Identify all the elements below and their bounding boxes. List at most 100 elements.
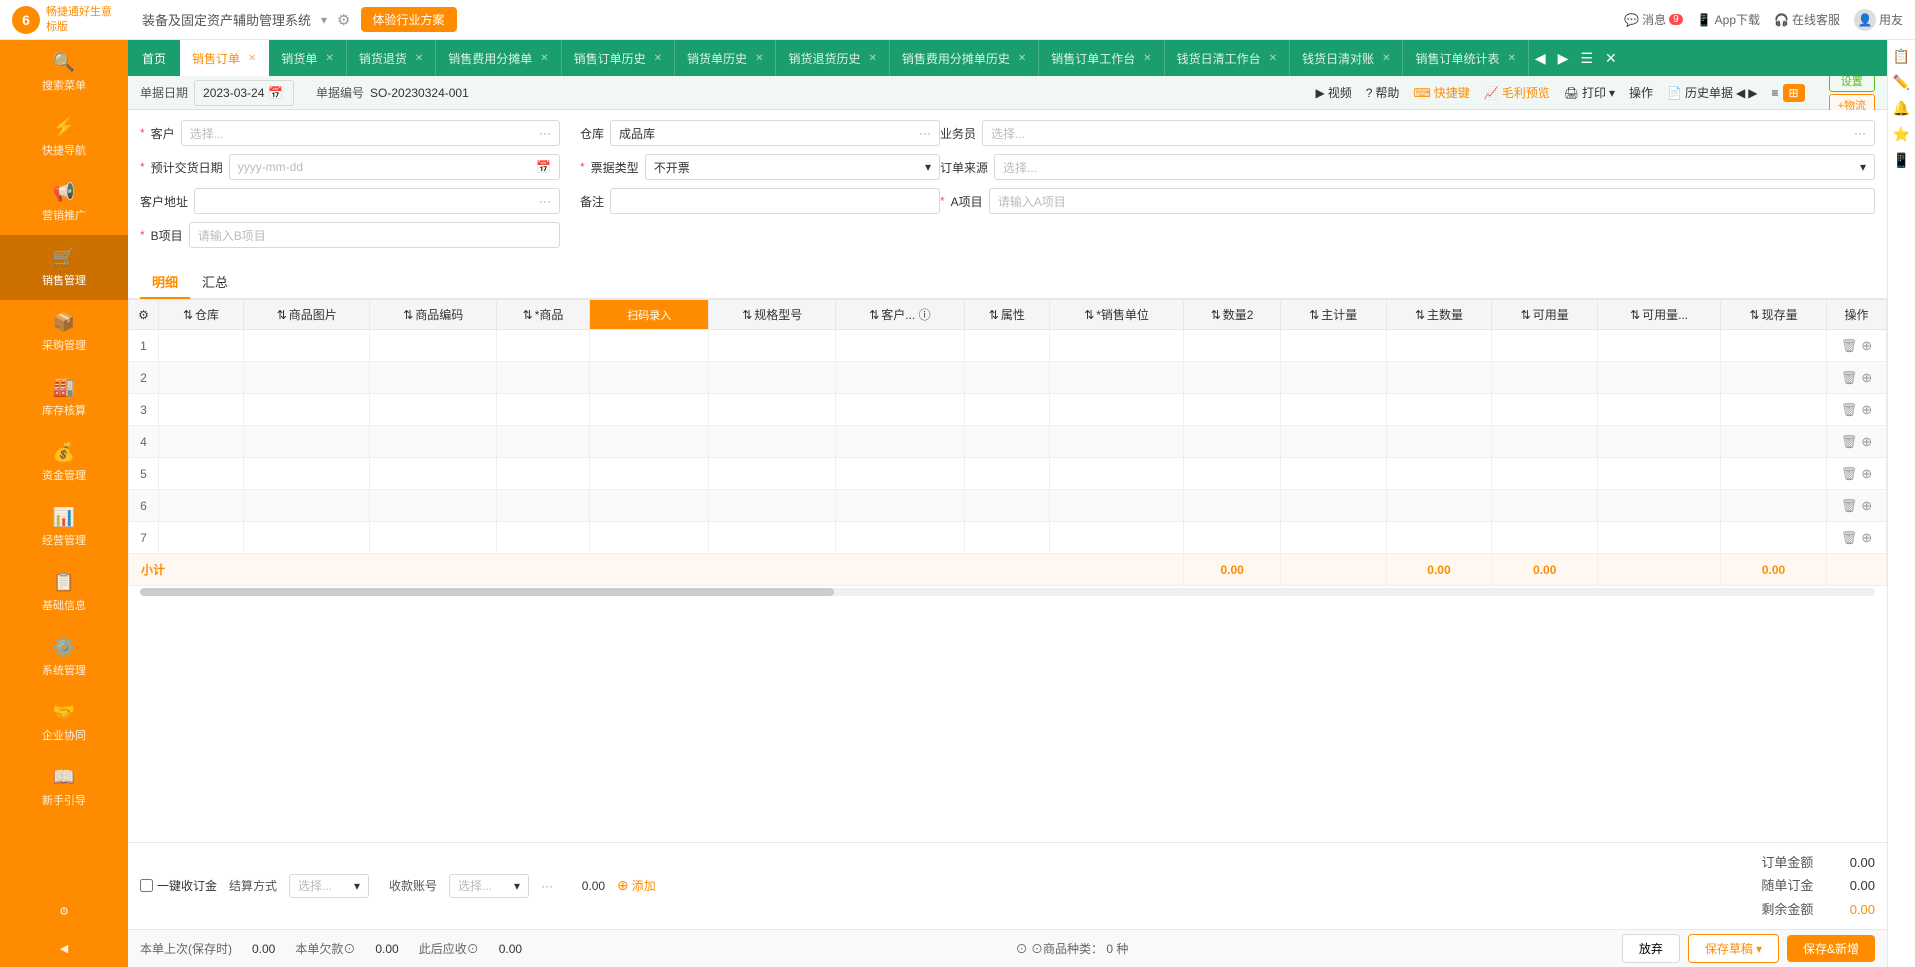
tab-prev-btn[interactable]: ◀ (1529, 50, 1552, 67)
cell-qty2-2[interactable] (1184, 362, 1281, 394)
cell-product-5[interactable] (497, 458, 590, 490)
warehouse-input[interactable]: 成品库 ··· (610, 120, 940, 146)
cell-main-unit-7[interactable] (1280, 522, 1386, 554)
sidebar-item-basic[interactable]: 📋 基础信息 (0, 560, 128, 625)
cell-available2-3[interactable] (1598, 394, 1721, 426)
tab-order-stats[interactable]: 销售订单统计表 ✕ (1403, 40, 1528, 76)
sidebar-item-guide[interactable]: 📖 新手引导 (0, 755, 128, 820)
add-payment-btn[interactable]: ⊕ 添加 (617, 877, 656, 894)
cell-main-unit-6[interactable] (1280, 490, 1386, 522)
tab-sales-order[interactable]: 销售订单 ✕ (180, 40, 269, 76)
tab-close-all-btn[interactable]: ✕ (1599, 50, 1623, 67)
cell-qty2-1[interactable] (1184, 330, 1281, 362)
sidebar-item-finance[interactable]: 💰 资金管理 (0, 430, 128, 495)
cell-product-7[interactable] (497, 522, 590, 554)
cell-warehouse-4[interactable] (159, 426, 244, 458)
sidebar-collapse-btn[interactable]: ◀ (0, 930, 128, 967)
cell-main-qty-2[interactable] (1386, 362, 1492, 394)
right-panel-icon-5[interactable]: 📱 (1890, 148, 1914, 172)
tab-close-sales-invoice[interactable]: ✕ (325, 53, 333, 64)
right-panel-icon-1[interactable]: 📋 (1890, 44, 1914, 68)
tab-close-cashflow-workbench[interactable]: ✕ (1269, 53, 1277, 64)
print-dropdown-icon[interactable]: ▾ (1609, 86, 1615, 100)
th-settings[interactable]: ⚙ (129, 300, 159, 330)
cell-image-2[interactable] (243, 362, 370, 394)
cell-warehouse-5[interactable] (159, 458, 244, 490)
print-btn[interactable]: 🖨 打印 ▾ (1564, 84, 1615, 101)
tab-order-workbench[interactable]: 销售订单工作台 ✕ (1039, 40, 1164, 76)
single-date-input[interactable]: 2023-03-24 📅 (194, 80, 294, 106)
cell-unit-2[interactable] (1049, 362, 1184, 394)
cell-spec-4[interactable] (709, 426, 836, 458)
tab-summary[interactable]: 汇总 (190, 266, 240, 299)
cell-image-7[interactable] (243, 522, 370, 554)
account-select[interactable]: 选择... ▾ (449, 874, 529, 898)
cell-scan-5[interactable] (590, 458, 709, 490)
tab-invoice-history[interactable]: 销货单历史 ✕ (675, 40, 776, 76)
cell-image-4[interactable] (243, 426, 370, 458)
cell-code-6[interactable] (370, 490, 497, 522)
sidebar-item-purchase[interactable]: 📦 采购管理 (0, 300, 128, 365)
cell-customer-code-5[interactable] (836, 458, 965, 490)
cell-image-6[interactable] (243, 490, 370, 522)
sidebar-item-sales[interactable]: 🛒 销售管理 (0, 235, 128, 300)
order-source-select[interactable]: 选择... ▾ (994, 154, 1875, 180)
cell-product-6[interactable] (497, 490, 590, 522)
copy-row-2-icon[interactable]: ⊕ (1861, 370, 1872, 386)
tab-close-order-history[interactable]: ✕ (654, 53, 662, 64)
cell-stock-4[interactable] (1721, 426, 1827, 458)
cell-attr-5[interactable] (964, 458, 1049, 490)
cell-available-3[interactable] (1492, 394, 1598, 426)
discard-btn[interactable]: 放弃 (1622, 934, 1680, 963)
cell-available2-7[interactable] (1598, 522, 1721, 554)
cell-customer-code-7[interactable] (836, 522, 965, 554)
b-project-input[interactable]: 请输入B项目 (189, 222, 560, 248)
tab-sales-return[interactable]: 销货退货 ✕ (347, 40, 436, 76)
delivery-date-input[interactable]: yyyy-mm-dd 📅 (229, 154, 560, 180)
cell-attr-1[interactable] (964, 330, 1049, 362)
horizontal-scrollbar[interactable] (140, 588, 1875, 596)
right-panel-icon-3[interactable]: 🔔 (1890, 96, 1914, 120)
cell-available-7[interactable] (1492, 522, 1598, 554)
cell-main-unit-3[interactable] (1280, 394, 1386, 426)
cell-available2-5[interactable] (1598, 458, 1721, 490)
customer-address-input[interactable]: ··· (194, 188, 560, 214)
cell-spec-6[interactable] (709, 490, 836, 522)
cell-main-unit-4[interactable] (1280, 426, 1386, 458)
cell-available-5[interactable] (1492, 458, 1598, 490)
tab-expense-history[interactable]: 销售费用分摊单历史 ✕ (890, 40, 1039, 76)
tab-close-sales-order[interactable]: ✕ (248, 53, 256, 64)
cell-unit-1[interactable] (1049, 330, 1184, 362)
history-nav-prev[interactable]: ◀ (1736, 86, 1745, 100)
history-btn[interactable]: 📄 历史单据 ◀ ▶ (1667, 84, 1757, 101)
cell-main-qty-3[interactable] (1386, 394, 1492, 426)
sidebar-item-marketing[interactable]: 📢 营销推广 (0, 170, 128, 235)
cell-unit-4[interactable] (1049, 426, 1184, 458)
cell-main-qty-4[interactable] (1386, 426, 1492, 458)
cell-available2-6[interactable] (1598, 490, 1721, 522)
cell-product-3[interactable] (497, 394, 590, 426)
remark-input[interactable] (610, 188, 940, 214)
cell-code-3[interactable] (370, 394, 497, 426)
cell-stock-1[interactable] (1721, 330, 1827, 362)
dropdown-arrow-icon[interactable]: ▾ (321, 13, 327, 27)
cell-code-2[interactable] (370, 362, 497, 394)
cell-customer-code-1[interactable] (836, 330, 965, 362)
tab-close-expense-history[interactable]: ✕ (1018, 53, 1026, 64)
cell-spec-5[interactable] (709, 458, 836, 490)
payment-method-select[interactable]: 选择... ▾ (289, 874, 369, 898)
cell-spec-1[interactable] (709, 330, 836, 362)
cell-spec-7[interactable] (709, 522, 836, 554)
save-draft-btn[interactable]: 保存草稿 ▾ (1688, 934, 1779, 963)
cell-qty2-7[interactable] (1184, 522, 1281, 554)
copy-row-5-icon[interactable]: ⊕ (1861, 466, 1872, 482)
copy-row-4-icon[interactable]: ⊕ (1861, 434, 1872, 450)
delete-row-2-icon[interactable]: 🗑 (1841, 370, 1858, 386)
tab-close-order-stats[interactable]: ✕ (1508, 53, 1516, 64)
cell-spec-3[interactable] (709, 394, 836, 426)
tab-close-cashflow-reconcile[interactable]: ✕ (1382, 53, 1390, 64)
cell-available-2[interactable] (1492, 362, 1598, 394)
delete-row-5-icon[interactable]: 🗑 (1841, 466, 1858, 482)
tab-close-return-history[interactable]: ✕ (868, 53, 876, 64)
cell-product-4[interactable] (497, 426, 590, 458)
